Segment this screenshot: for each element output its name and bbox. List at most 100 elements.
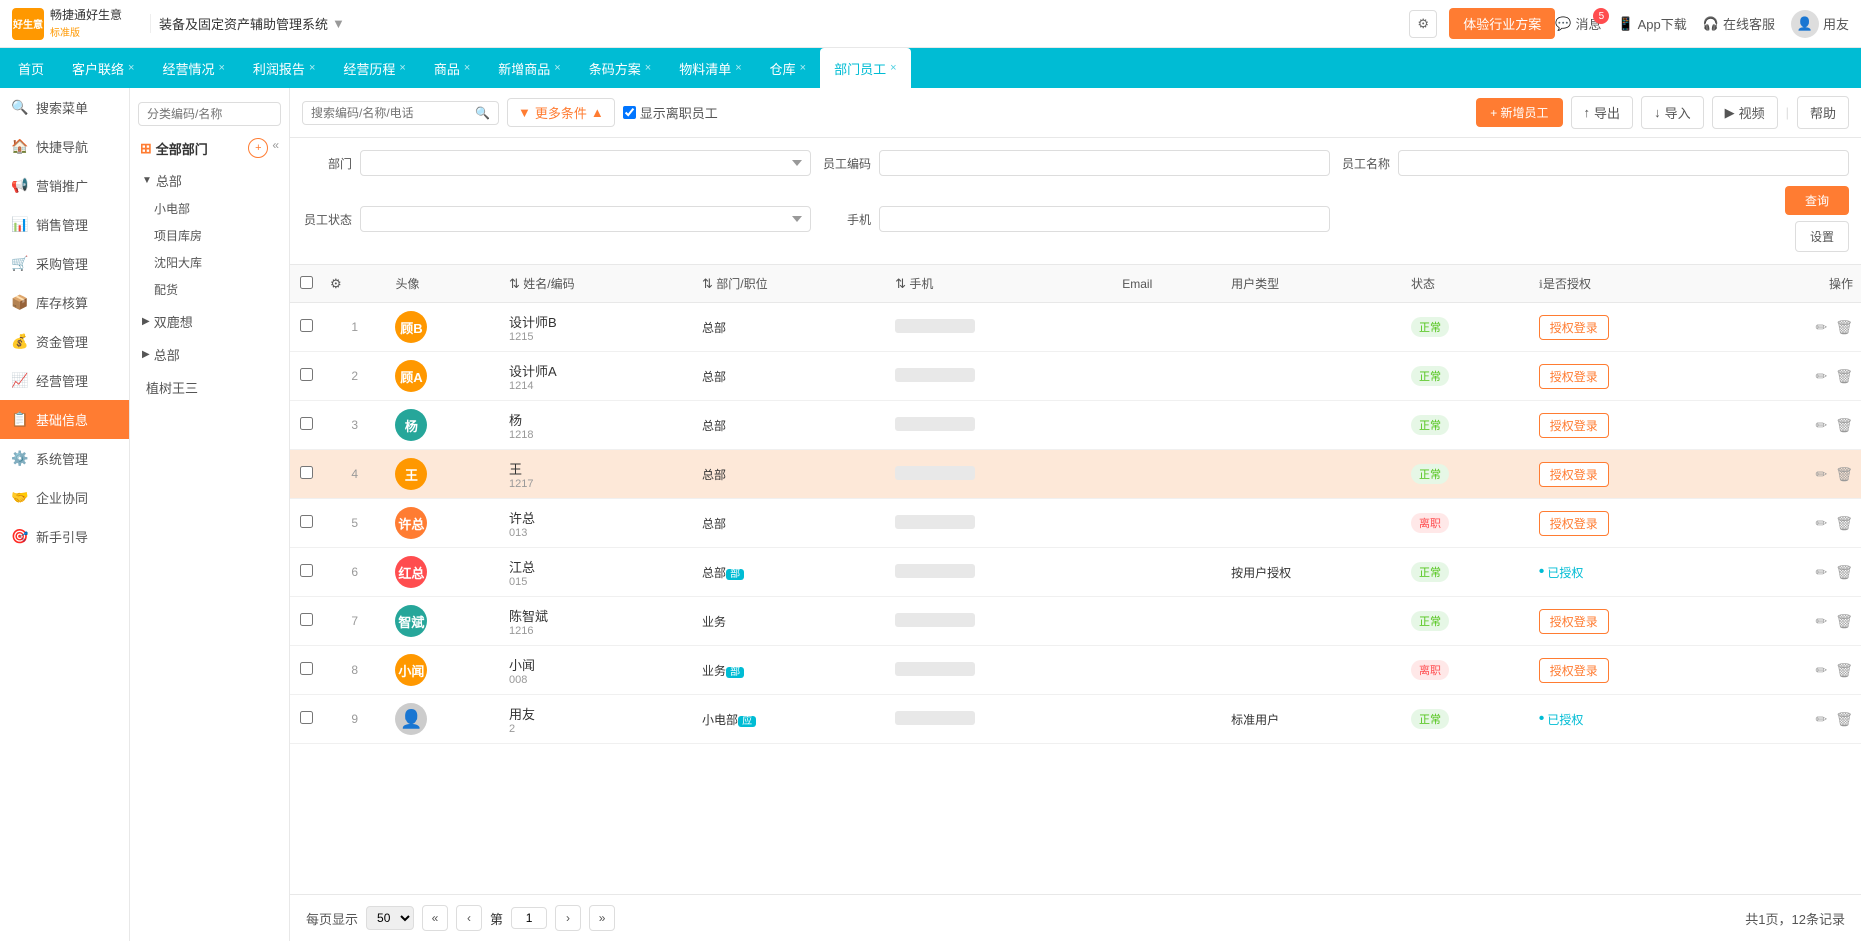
sidebar-item-经营管理[interactable]: 📈 经营管理 <box>0 361 129 400</box>
th-settings[interactable]: ⚙ <box>322 265 387 303</box>
dept-item-xiaodibu[interactable]: 小电部 <box>130 195 289 222</box>
edit-icon[interactable]: ✏ <box>1815 417 1827 434</box>
delete-icon[interactable]: 🗑 <box>1835 466 1853 483</box>
nav-tab-条码方案[interactable]: 条码方案× <box>575 48 665 88</box>
nav-tab-客户联络[interactable]: 客户联络× <box>58 48 148 88</box>
tab-close-icon[interactable]: × <box>890 62 896 74</box>
sidebar-item-营销推广[interactable]: 📢 营销推广 <box>0 166 129 205</box>
tab-close-icon[interactable]: × <box>309 62 315 74</box>
dept-item-shenyang[interactable]: 沈阳大库 <box>130 249 289 276</box>
dept-item-xmku[interactable]: 项目库房 <box>130 222 289 249</box>
tab-close-icon[interactable]: × <box>464 62 470 74</box>
tab-close-icon[interactable]: × <box>735 62 741 74</box>
user-area[interactable]: 👤 用友 <box>1791 10 1849 38</box>
th-phone[interactable]: ⇅ 手机 <box>887 265 1114 303</box>
service-btn[interactable]: 🎧 在线客服 <box>1703 14 1775 33</box>
auth-btn[interactable]: 授权登录 <box>1539 658 1609 683</box>
dept-group-header-zongbu2[interactable]: ▶ 总部 <box>130 340 289 369</box>
tab-close-icon[interactable]: × <box>645 62 651 74</box>
edit-icon[interactable]: ✏ <box>1815 613 1827 630</box>
delete-icon[interactable]: 🗑 <box>1835 417 1853 434</box>
sidebar-item-销售管理[interactable]: 📊 销售管理 <box>0 205 129 244</box>
edit-icon[interactable]: ✏ <box>1815 319 1827 336</box>
dept-search-box[interactable]: 🔍 <box>138 102 281 126</box>
row-checkbox[interactable] <box>300 564 313 577</box>
sidebar-item-采购管理[interactable]: 🛒 采购管理 <box>0 244 129 283</box>
sidebar-item-库存核算[interactable]: 📦 库存核算 <box>0 283 129 322</box>
edit-icon[interactable]: ✏ <box>1815 466 1827 483</box>
row-checkbox[interactable] <box>300 368 313 381</box>
nav-tab-经营情况[interactable]: 经营情况× <box>148 48 238 88</box>
dept-item-peihuo[interactable]: 配货 <box>130 276 289 303</box>
nav-tab-仓库[interactable]: 仓库× <box>756 48 820 88</box>
sidebar-item-企业协同[interactable]: 🤝 企业协同 <box>0 478 129 517</box>
dept-filter-select[interactable] <box>360 150 811 176</box>
app-download-btn[interactable]: 📱 App下载 <box>1617 14 1686 33</box>
all-dept-header[interactable]: ⊞ 全部部门 + « <box>130 132 289 164</box>
delete-icon[interactable]: 🗑 <box>1835 368 1853 385</box>
tab-close-icon[interactable]: × <box>399 62 405 74</box>
edit-icon[interactable]: ✏ <box>1815 564 1827 581</box>
delete-icon[interactable]: 🗑 <box>1835 319 1853 336</box>
dropdown-arrow-icon[interactable]: ▼ <box>332 16 345 31</box>
show-resigned-checkbox[interactable] <box>623 106 636 119</box>
trial-button[interactable]: 体验行业方案 <box>1449 8 1555 39</box>
sidebar-item-快捷导航[interactable]: 🏠 快捷导航 <box>0 127 129 166</box>
select-all-checkbox[interactable] <box>300 276 313 289</box>
auth-btn[interactable]: 授权登录 <box>1539 315 1609 340</box>
auth-btn[interactable]: 授权登录 <box>1539 413 1609 438</box>
edit-icon[interactable]: ✏ <box>1815 662 1827 679</box>
auth-btn[interactable]: 授权登录 <box>1539 364 1609 389</box>
add-employee-btn[interactable]: + 新增员工 <box>1476 98 1562 127</box>
nav-tab-物料清单[interactable]: 物料清单× <box>665 48 755 88</box>
sidebar-item-资金管理[interactable]: 💰 资金管理 <box>0 322 129 361</box>
next-page-btn[interactable]: › <box>555 905 581 931</box>
show-resigned-check[interactable]: 显示离职员工 <box>623 103 718 122</box>
filter-btn[interactable]: ▼ 更多条件 ▲ <box>507 98 615 127</box>
delete-icon[interactable]: 🗑 <box>1835 662 1853 679</box>
sidebar-item-基础信息[interactable]: 📋 基础信息 <box>0 400 129 439</box>
edit-icon[interactable]: ✏ <box>1815 711 1827 728</box>
dept-group-header-zonbu[interactable]: ▼ 总部 <box>130 166 289 195</box>
nav-tab-商品[interactable]: 商品× <box>420 48 484 88</box>
import-btn[interactable]: ↓ 导入 <box>1641 96 1704 129</box>
auth-btn[interactable]: 授权登录 <box>1539 609 1609 634</box>
help-btn[interactable]: 帮助 <box>1797 96 1849 129</box>
delete-icon[interactable]: 🗑 <box>1835 711 1853 728</box>
row-checkbox[interactable] <box>300 319 313 332</box>
empcode-filter-input[interactable] <box>879 150 1330 176</box>
tab-close-icon[interactable]: × <box>128 62 134 74</box>
tab-close-icon[interactable]: × <box>800 62 806 74</box>
nav-tab-部门员工[interactable]: 部门员工× <box>820 48 910 88</box>
gear-button[interactable]: ⚙ <box>1409 10 1437 38</box>
nav-tab-首页[interactable]: 首页 <box>4 48 58 88</box>
th-checkbox[interactable] <box>290 265 322 303</box>
page-size-select[interactable]: 50 <box>366 906 414 930</box>
empname-filter-input[interactable] <box>1398 150 1849 176</box>
row-checkbox[interactable] <box>300 711 313 724</box>
tab-close-icon[interactable]: × <box>554 62 560 74</box>
collapse-btn[interactable]: « <box>272 138 279 158</box>
sidebar-item-系统管理[interactable]: ⚙️ 系统管理 <box>0 439 129 478</box>
edit-icon[interactable]: ✏ <box>1815 515 1827 532</box>
row-checkbox[interactable] <box>300 613 313 626</box>
nav-tab-经营历程[interactable]: 经营历程× <box>329 48 419 88</box>
last-page-btn[interactable]: » <box>589 905 615 931</box>
search-box[interactable]: 🔍 <box>302 101 499 125</box>
reset-btn[interactable]: 设置 <box>1795 221 1849 252</box>
row-checkbox[interactable] <box>300 466 313 479</box>
status-filter-select[interactable] <box>360 206 811 232</box>
nav-tab-利润报告[interactable]: 利润报告× <box>239 48 329 88</box>
search-input[interactable] <box>311 106 471 120</box>
sidebar-item-搜索菜单[interactable]: 🔍 搜索菜单 <box>0 88 129 127</box>
message-btn[interactable]: 💬 消息 5 <box>1555 14 1601 33</box>
sidebar-item-新手引导[interactable]: 🎯 新手引导 <box>0 517 129 556</box>
tab-close-icon[interactable]: × <box>218 62 224 74</box>
row-checkbox[interactable] <box>300 515 313 528</box>
th-name[interactable]: ⇅ 姓名/编码 <box>501 265 694 303</box>
dept-group-header-zhishu[interactable]: 植树王三 <box>130 373 289 402</box>
delete-icon[interactable]: 🗑 <box>1835 515 1853 532</box>
nav-tab-新增商品[interactable]: 新增商品× <box>484 48 574 88</box>
dept-search-input[interactable] <box>147 107 302 121</box>
prev-page-btn[interactable]: ‹ <box>456 905 482 931</box>
